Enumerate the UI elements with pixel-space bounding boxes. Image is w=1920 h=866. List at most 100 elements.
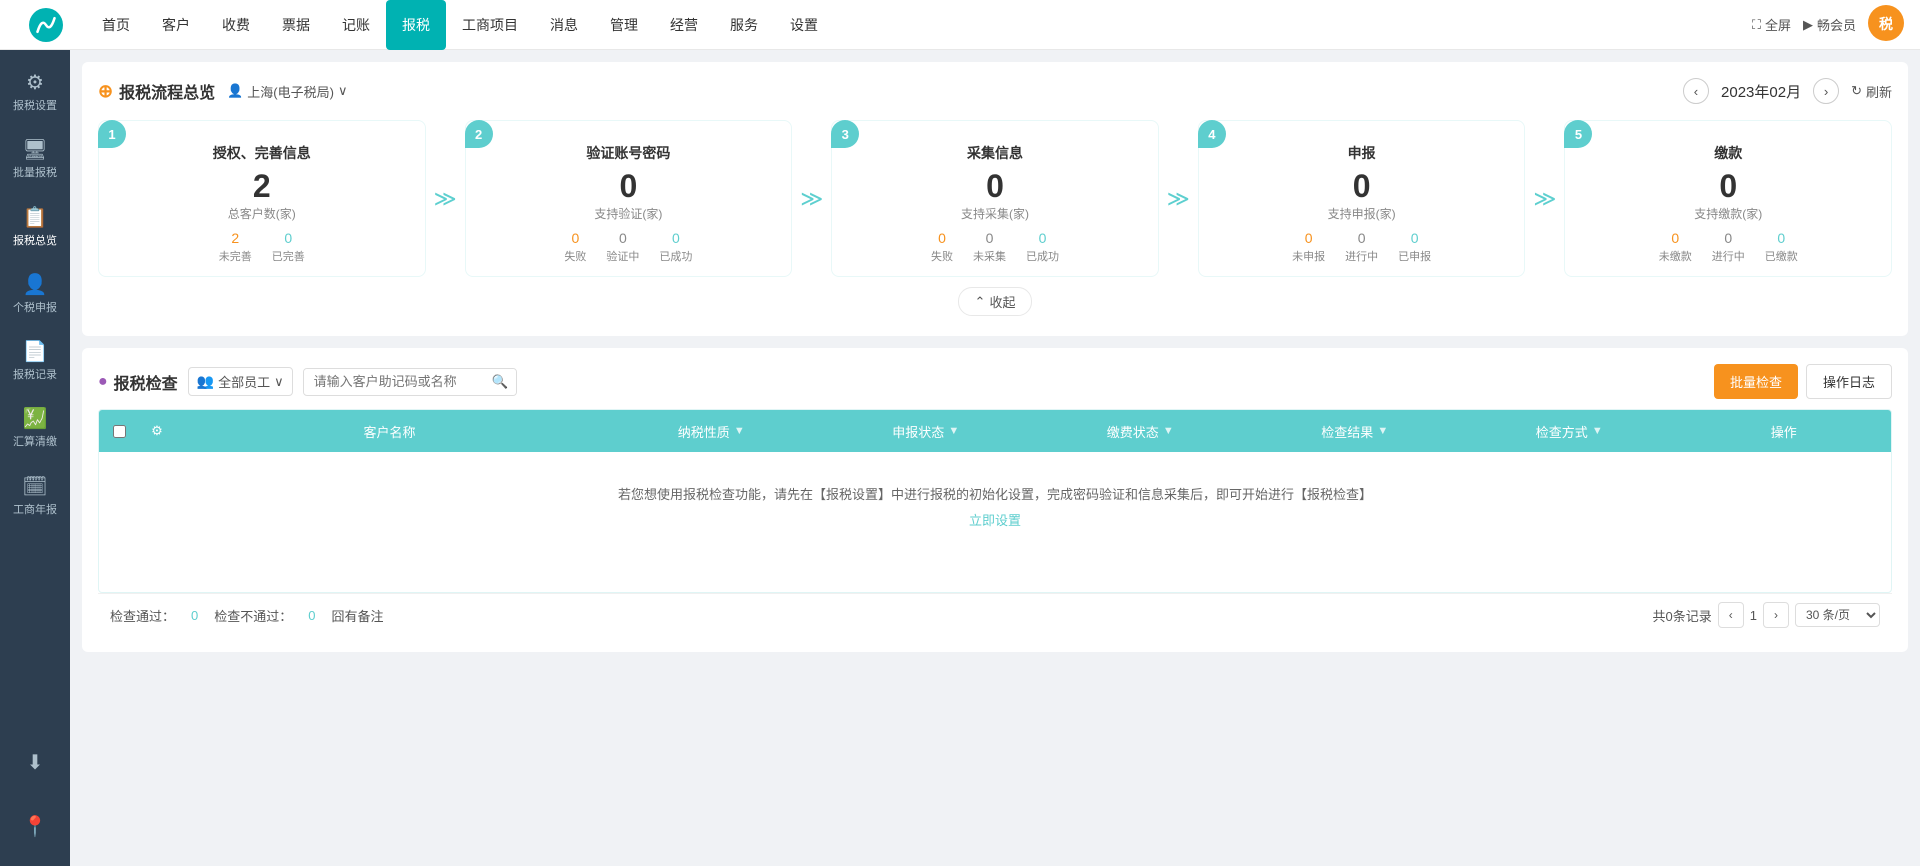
setup-link[interactable]: 立即设置: [969, 513, 1021, 528]
filter-icon-3[interactable]: ▼: [1163, 425, 1174, 437]
filter-icon-5[interactable]: ▼: [1592, 425, 1603, 437]
step-2-stat-1: 0 验证中: [606, 230, 639, 264]
sidebar-item-annual-report[interactable]: 🗓 工商年报: [0, 464, 70, 527]
step-2-card: 2 验证账号密码 0 支持验证(家) 0 失败 0 验证中: [465, 120, 793, 277]
location-selector[interactable]: 👤 上海(电子税局) ∨: [227, 82, 347, 101]
nav-items: 首页 客户 收费 票据 记账 报税 工商项目 消息 管理 经营 服务 设置: [86, 0, 1752, 50]
location-dropdown-icon: ∨: [338, 83, 348, 99]
next-page-button[interactable]: ›: [1763, 602, 1789, 628]
th-customer-name: 客户名称: [175, 422, 604, 441]
sidebar-item-tax-settings[interactable]: ⚙ 报税设置: [0, 60, 70, 123]
nav-customer[interactable]: 客户: [146, 0, 206, 50]
nav-operation[interactable]: 经营: [654, 0, 714, 50]
step-1-stat-0: 2 未完善: [219, 230, 252, 264]
prev-month-button[interactable]: ‹: [1683, 78, 1709, 104]
step-1-stats: 2 未完善 0 已完善: [115, 230, 409, 264]
step-4-num: 4: [1198, 120, 1226, 148]
logo: [16, 8, 76, 42]
prev-page-button[interactable]: ‹: [1718, 602, 1744, 628]
step-3-stat-2: 0 已成功: [1026, 230, 1059, 264]
annual-report-icon: 🗓: [22, 474, 47, 499]
member-button[interactable]: ▶ 畅会员: [1803, 15, 1856, 34]
fullscreen-icon: ⛶: [1752, 17, 1761, 33]
overview-title: ⊕ 报税流程总览: [98, 79, 215, 103]
check-title: ● 报税检查: [98, 370, 178, 394]
nav-settings[interactable]: 设置: [774, 0, 834, 50]
step-1-title: 授权、完善信息: [115, 143, 409, 163]
sidebar-bottom: ⬇ 📍: [0, 732, 70, 856]
step-4-count: 0: [1215, 167, 1509, 205]
pagination: 共0条记录 ‹ 1 › 30 条/页50 条/页100 条/页: [1653, 602, 1880, 628]
nav-message[interactable]: 消息: [534, 0, 594, 50]
fail-label: 检查不通过：: [214, 606, 292, 625]
search-box: 🔍: [303, 368, 518, 396]
user-avatar[interactable]: 税: [1868, 5, 1904, 44]
member-icon: ▶: [1803, 17, 1813, 33]
tax-settings-icon: ⚙: [26, 70, 44, 95]
nav-manage[interactable]: 管理: [594, 0, 654, 50]
overview-panel: ⊕ 报税流程总览 👤 上海(电子税局) ∨ ‹ 2023年02月 › ↻ 刷新: [82, 62, 1908, 336]
step-3-sub: 支持采集(家): [848, 205, 1142, 222]
filter-icon-1[interactable]: ▼: [734, 425, 745, 437]
search-button[interactable]: 🔍: [484, 369, 517, 395]
sidebar-item-tax-records[interactable]: 📄 报税记录: [0, 329, 70, 392]
step-5-stat-2: 0 已缴款: [1765, 230, 1798, 264]
step-4-stat-0: 0 未申报: [1292, 230, 1325, 264]
filter-icon-2[interactable]: ▼: [948, 425, 959, 437]
nav-business[interactable]: 工商项目: [446, 0, 534, 50]
nav-invoice[interactable]: 票据: [266, 0, 326, 50]
step-2-stat-2: 0 已成功: [659, 230, 692, 264]
svg-text:税: 税: [1879, 16, 1893, 32]
search-input[interactable]: [304, 369, 484, 394]
fail-count[interactable]: 0: [308, 608, 315, 623]
collapse-button[interactable]: ⌃ 收起: [958, 287, 1033, 316]
nav-accounting[interactable]: 记账: [326, 0, 386, 50]
per-page-select[interactable]: 30 条/页50 条/页100 条/页: [1795, 603, 1880, 627]
nav-service[interactable]: 服务: [714, 0, 774, 50]
sidebar-item-batch-tax[interactable]: 🖥 批量报税: [0, 127, 70, 190]
collapse-row: ⌃ 收起: [98, 287, 1892, 316]
th-pay-status: 缴费状态 ▼: [1033, 422, 1248, 441]
month-navigation: ‹ 2023年02月 ›: [1683, 78, 1839, 104]
sidebar-item-reconciliation[interactable]: 💹 汇算清缴: [0, 396, 70, 459]
fullscreen-button[interactable]: ⛶ 全屏: [1752, 15, 1791, 34]
nav-tax[interactable]: 报税: [386, 0, 446, 50]
table-footer: 检查通过： 0 检查不通过： 0 囧有备注 共0条记录 ‹ 1 › 30 条/页…: [98, 593, 1892, 636]
employee-dropdown-icon: ∨: [274, 374, 284, 390]
month-display: 2023年02月: [1721, 81, 1801, 102]
th-gear[interactable]: ⚙: [139, 423, 175, 439]
step-2-sub: 支持验证(家): [482, 205, 776, 222]
step-1-num: 1: [98, 120, 126, 148]
nav-fee[interactable]: 收费: [206, 0, 266, 50]
nav-home[interactable]: 首页: [86, 0, 146, 50]
employee-icon: 👥: [197, 373, 214, 390]
filter-icon-4[interactable]: ▼: [1377, 425, 1388, 437]
select-all-checkbox[interactable]: [113, 425, 126, 438]
sidebar-item-personal-tax[interactable]: 👤 个税申报: [0, 262, 70, 325]
sidebar-location[interactable]: 📍: [0, 796, 70, 856]
tax-records-icon: 📄: [23, 339, 48, 364]
th-tax-nature: 纳税性质 ▼: [604, 422, 819, 441]
th-checkbox[interactable]: [99, 425, 139, 438]
operation-log-button[interactable]: 操作日志: [1806, 364, 1892, 399]
employee-filter[interactable]: 👥 全部员工 ∨: [188, 367, 293, 396]
step-4-card: 4 申报 0 支持申报(家) 0 未申报 0 进行中: [1198, 120, 1526, 277]
step-3-title: 采集信息: [848, 143, 1142, 163]
th-check-method: 检查方式 ▼: [1462, 422, 1677, 441]
collapse-icon: ⌃: [975, 294, 986, 310]
top-right-area: ⛶ 全屏 ▶ 畅会员 税: [1752, 5, 1904, 44]
step-2-title: 验证账号密码: [482, 143, 776, 163]
step-1-stat-1: 0 已完善: [272, 230, 305, 264]
sidebar-item-tax-overview[interactable]: 📋 报税总览: [0, 195, 70, 258]
step-2-stat-0: 0 失败: [564, 230, 586, 264]
next-month-button[interactable]: ›: [1813, 78, 1839, 104]
refresh-button[interactable]: ↻ 刷新: [1851, 82, 1892, 101]
arrow-2: ≫: [792, 120, 831, 277]
batch-check-button[interactable]: 批量检查: [1714, 364, 1798, 399]
main-layout: ⚙ 报税设置 🖥 批量报税 📋 报税总览 👤 个税申报 📄 报税记录 💹 汇算清…: [0, 50, 1920, 866]
note-label: 囧有备注: [332, 606, 384, 625]
page-number: 1: [1750, 608, 1757, 623]
pass-count[interactable]: 0: [191, 608, 198, 623]
sidebar-download[interactable]: ⬇: [0, 732, 70, 792]
reconciliation-icon: 💹: [23, 406, 48, 431]
